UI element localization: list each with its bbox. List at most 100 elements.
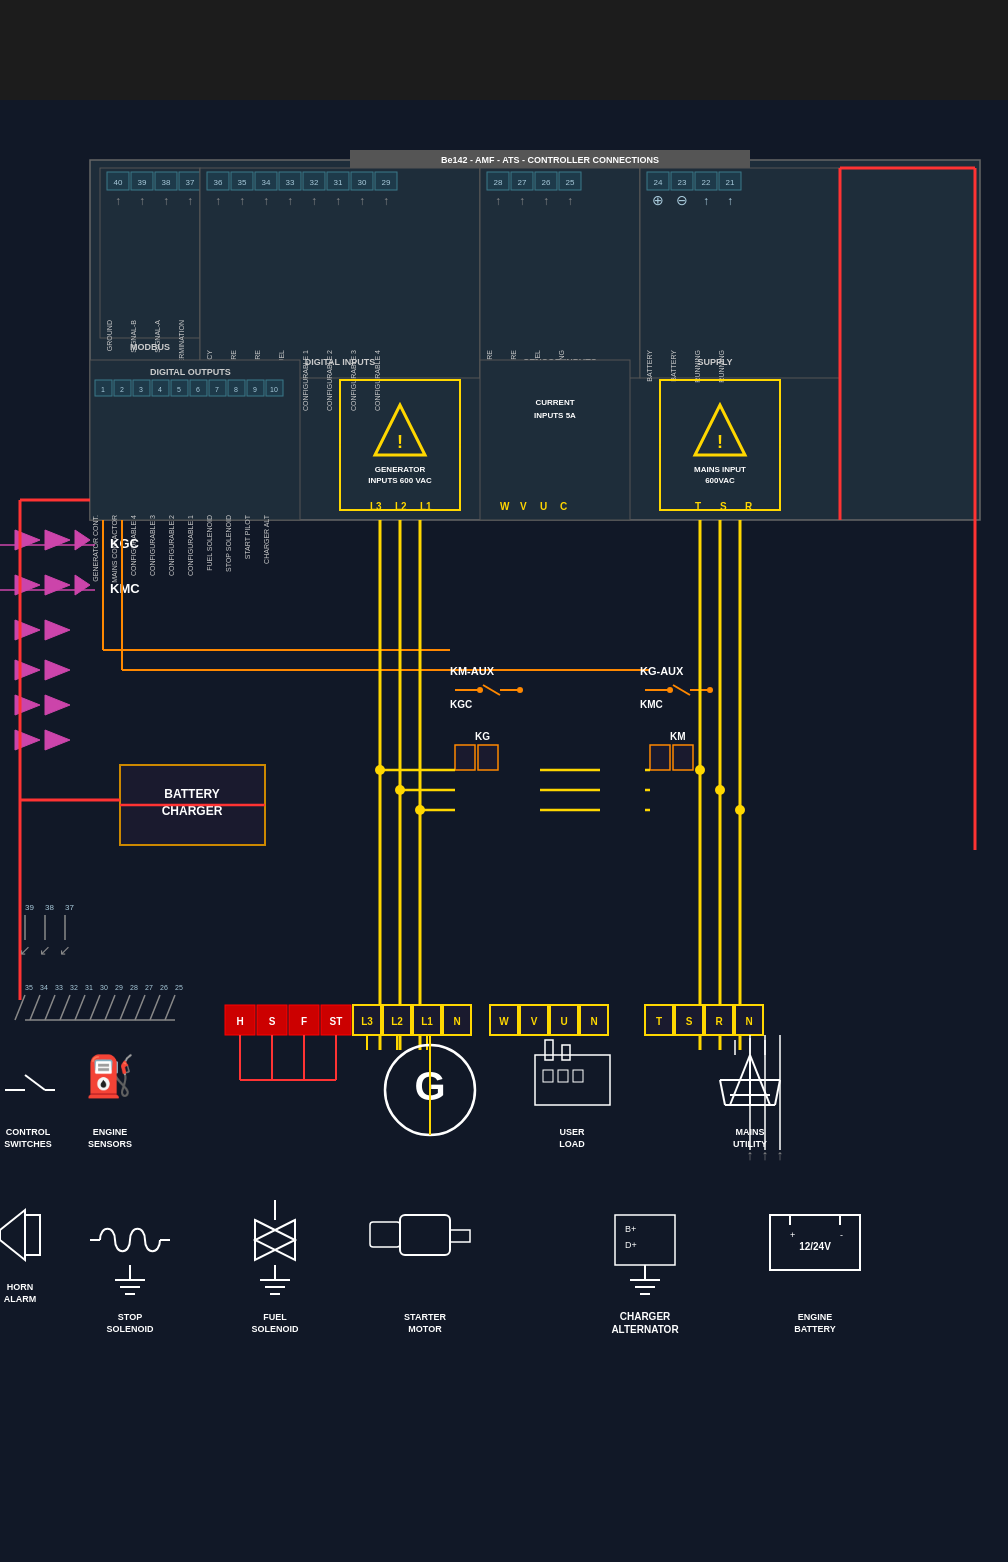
svg-text:SWITCHES: SWITCHES [4,1139,52,1149]
svg-text:W: W [499,1016,509,1027]
svg-text:27: 27 [518,178,527,187]
svg-text:↙: ↙ [39,942,51,958]
svg-marker-159 [45,575,70,595]
svg-text:4: 4 [158,386,162,393]
svg-text:↑: ↑ [263,194,269,208]
svg-text:KM-AUX: KM-AUX [450,665,495,677]
svg-text:↑: ↑ [187,194,193,208]
svg-text:L3: L3 [370,501,382,512]
svg-text:CONTROL: CONTROL [6,1127,51,1137]
svg-text:CHARGER: CHARGER [620,1311,671,1322]
svg-rect-349 [370,1222,400,1247]
svg-text:24: 24 [654,178,663,187]
svg-text:10: 10 [270,386,278,393]
svg-point-186 [517,687,523,693]
svg-text:LOAD: LOAD [559,1139,585,1149]
svg-rect-307 [558,1070,568,1082]
svg-text:H: H [236,1016,243,1027]
svg-text:KGC: KGC [450,699,472,710]
svg-text:38: 38 [45,903,54,912]
svg-text:HORN: HORN [7,1282,34,1292]
svg-text:BATTERY: BATTERY [670,350,677,382]
svg-rect-76 [640,168,840,378]
svg-text:34: 34 [262,178,271,187]
svg-text:START PILOT: START PILOT [244,514,251,559]
svg-text:ENGINE: ENGINE [93,1127,128,1137]
svg-line-191 [673,685,690,695]
svg-line-319 [720,1080,725,1105]
svg-text:38: 38 [162,178,171,187]
svg-text:30: 30 [358,178,367,187]
svg-line-291 [150,995,160,1020]
svg-text:26: 26 [542,178,551,187]
svg-text:W: W [500,501,510,512]
svg-rect-294 [0,1055,55,1110]
svg-text:29: 29 [382,178,391,187]
svg-text:U: U [540,501,547,512]
svg-text:35: 35 [238,178,247,187]
svg-text:!: ! [397,432,403,452]
svg-text:KMC: KMC [640,699,663,710]
svg-text:F: F [301,1016,307,1027]
svg-text:KG: KG [475,731,490,742]
svg-text:39: 39 [25,903,34,912]
svg-line-290 [135,995,145,1020]
svg-text:↑: ↑ [163,194,169,208]
svg-text:↑: ↑ [359,194,365,208]
svg-text:SENSORS: SENSORS [88,1139,132,1149]
svg-text:25: 25 [566,178,575,187]
svg-rect-137 [480,360,630,520]
svg-text:V: V [531,1016,538,1027]
svg-point-209 [415,805,425,815]
svg-text:KM: KM [670,731,686,742]
svg-text:31: 31 [85,984,93,991]
svg-text:L2: L2 [391,1016,403,1027]
svg-point-207 [375,765,385,775]
svg-point-193 [707,687,713,693]
svg-marker-165 [45,660,70,680]
svg-text:33: 33 [286,178,295,187]
svg-text:N: N [453,1016,460,1027]
svg-text:ALTERNATOR: ALTERNATOR [611,1324,679,1335]
header[interactable] [0,0,1008,100]
svg-text:28: 28 [130,984,138,991]
svg-text:33: 33 [55,984,63,991]
svg-text:27: 27 [145,984,153,991]
svg-line-285 [60,995,70,1020]
svg-text:34: 34 [40,984,48,991]
svg-rect-57 [480,168,640,378]
svg-text:36: 36 [214,178,223,187]
svg-text:2: 2 [120,386,124,393]
svg-marker-154 [45,530,70,550]
svg-rect-347 [400,1215,450,1255]
svg-text:40: 40 [114,178,123,187]
svg-text:MOTOR: MOTOR [408,1324,442,1334]
svg-text:GENERATOR CONT.: GENERATOR CONT. [92,515,99,582]
svg-point-183 [477,687,483,693]
svg-text:↑: ↑ [777,1147,784,1163]
svg-line-283 [30,995,40,1020]
svg-text:↑: ↑ [747,1147,754,1163]
svg-text:FUEL: FUEL [263,1312,287,1322]
svg-text:↑: ↑ [543,194,549,208]
svg-text:30: 30 [100,984,108,991]
svg-line-289 [120,995,130,1020]
svg-text:STOP SOLENOID: STOP SOLENOID [225,515,232,572]
svg-text:BATTERY: BATTERY [164,787,219,801]
svg-text:↑: ↑ [287,194,293,208]
svg-line-184 [483,685,500,695]
svg-rect-348 [450,1230,470,1242]
svg-text:37: 37 [65,903,74,912]
svg-text:BATTERY: BATTERY [646,350,653,382]
svg-text:31: 31 [334,178,343,187]
svg-point-221 [735,805,745,815]
svg-marker-155 [75,530,90,550]
svg-text:32: 32 [310,178,319,187]
svg-line-284 [45,995,55,1020]
svg-point-219 [695,765,705,775]
svg-text:CONFIGURABLE 3: CONFIGURABLE 3 [149,515,156,576]
svg-text:↑: ↑ [762,1147,769,1163]
svg-text:GROUND: GROUND [106,320,113,351]
svg-text:29: 29 [115,984,123,991]
svg-text:KMC: KMC [110,581,140,596]
